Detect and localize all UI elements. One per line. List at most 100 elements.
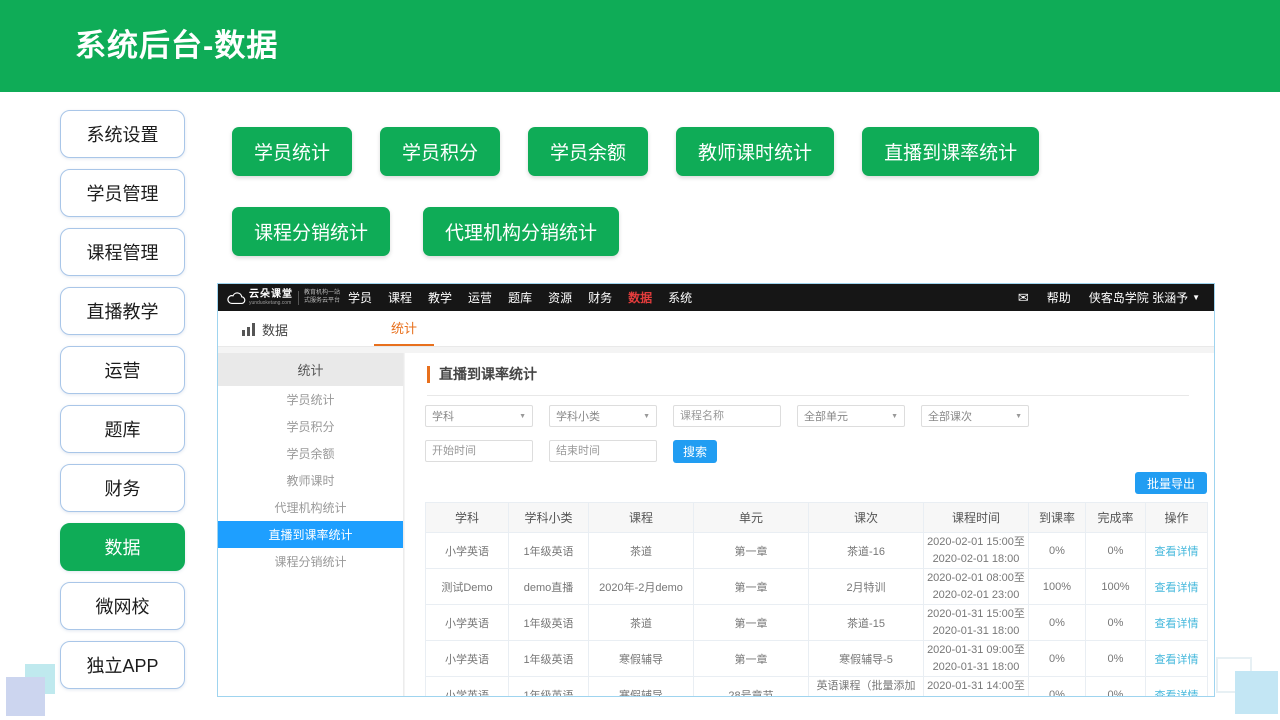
- sidebar-item-micro-school[interactable]: 微网校: [60, 582, 185, 630]
- quick-button-live-attendance-stats[interactable]: 直播到课率统计: [862, 127, 1039, 176]
- chevron-down-icon: ▼: [1192, 293, 1200, 302]
- sidenav-item-teacher-hours[interactable]: 教师课时: [218, 467, 403, 494]
- quick-button-teacher-hours-stats[interactable]: 教师课时统计: [676, 127, 834, 176]
- course-name-input[interactable]: [673, 405, 781, 427]
- cell-lesson: 英语课程（批量添加课次）-3: [809, 677, 924, 698]
- cell-attendance-rate: 0%: [1029, 677, 1086, 698]
- cell-course: 2020年-2月demo: [589, 569, 694, 605]
- topbar-right: ✉ 帮助 侠客岛学院 张涵予 ▼: [1018, 289, 1214, 306]
- cell-course: 寒假辅导: [589, 677, 694, 698]
- cell-subject: 小学英语: [426, 641, 509, 677]
- cell-course: 茶道: [589, 533, 694, 569]
- quick-button-student-points[interactable]: 学员积分: [380, 127, 500, 176]
- cell-subject: 小学英语: [426, 677, 509, 698]
- top-nav-system[interactable]: 系统: [660, 289, 700, 306]
- sidebar-item-student-management[interactable]: 学员管理: [60, 169, 185, 217]
- cell-completion-rate: 0%: [1086, 605, 1146, 641]
- cell-completion-rate: 0%: [1086, 533, 1146, 569]
- subject-select[interactable]: 学科 ▼: [425, 405, 533, 427]
- decor-square-blue: [1235, 671, 1278, 714]
- cell-course: 寒假辅导: [589, 641, 694, 677]
- top-nav-question-bank[interactable]: 题库: [500, 289, 540, 306]
- admin-main-content: 直播到课率统计 学科 ▼ 学科小类 ▼ 全部单元 ▼ 全部课次 ▼ 搜索 批量导…: [405, 353, 1214, 696]
- chevron-down-icon: ▼: [891, 413, 898, 420]
- admin-panel-screenshot: 云朵课堂 yunduoketang.com 教育机构一站 式服务云平台 学员 课…: [217, 283, 1215, 697]
- sidenav-item-agency-stats[interactable]: 代理机构统计: [218, 494, 403, 521]
- top-nav-students[interactable]: 学员: [340, 289, 380, 306]
- cell-completion-rate: 0%: [1086, 677, 1146, 698]
- subject-sub-select-value: 学科小类: [556, 408, 600, 424]
- cell-subject-sub: 1年级英语: [509, 677, 589, 698]
- search-button[interactable]: 搜索: [673, 440, 717, 463]
- tagline-line-1: 教育机构一站: [304, 290, 340, 297]
- cell-course-time: 2020-01-31 09:00至2020-01-31 18:00: [924, 641, 1029, 677]
- page-banner: 系统后台-数据: [0, 0, 1280, 92]
- cell-lesson: 茶道-15: [809, 605, 924, 641]
- col-course: 课程: [589, 503, 694, 533]
- subject-sub-select[interactable]: 学科小类 ▼: [549, 405, 657, 427]
- logo-name: 云朵课堂: [249, 290, 293, 300]
- sidenav-item-course-distribution-stats[interactable]: 课程分销统计: [218, 548, 403, 575]
- logo-texts: 云朵课堂 yunduoketang.com: [249, 290, 293, 306]
- top-nav-teaching[interactable]: 教学: [420, 289, 460, 306]
- sidenav-item-student-balance[interactable]: 学员余额: [218, 440, 403, 467]
- quick-button-agency-distribution-stats[interactable]: 代理机构分销统计: [423, 207, 619, 256]
- admin-topbar: 云朵课堂 yunduoketang.com 教育机构一站 式服务云平台 学员 课…: [218, 284, 1214, 311]
- col-unit: 单元: [694, 503, 809, 533]
- cell-subject: 小学英语: [426, 605, 509, 641]
- mail-icon[interactable]: ✉: [1018, 291, 1029, 304]
- sidenav-item-student-stats[interactable]: 学员统计: [218, 386, 403, 413]
- cell-attendance-rate: 0%: [1029, 605, 1086, 641]
- sidebar-item-question-bank[interactable]: 题库: [60, 405, 185, 453]
- sidebar-item-data[interactable]: 数据: [60, 523, 185, 571]
- bar-chart-icon: [242, 323, 256, 336]
- sidenav-header: 统计: [218, 353, 403, 386]
- quick-buttons-row-1: 学员统计 学员积分 学员余额 教师课时统计 直播到课率统计: [232, 127, 1039, 176]
- top-nav-courses[interactable]: 课程: [380, 289, 420, 306]
- top-nav-operations[interactable]: 运营: [460, 289, 500, 306]
- view-details-link[interactable]: 查看详情: [1155, 582, 1199, 594]
- chevron-down-icon: ▼: [643, 413, 650, 420]
- top-nav-finance[interactable]: 财务: [580, 289, 620, 306]
- logo: 云朵课堂 yunduoketang.com 教育机构一站 式服务云平台: [218, 290, 340, 306]
- top-nav-resources[interactable]: 资源: [540, 289, 580, 306]
- logo-divider: [298, 291, 299, 305]
- cell-unit: 第一章: [694, 605, 809, 641]
- table-row: 小学英语 1年级英语 茶道 第一章 茶道-16 2020-02-01 15:00…: [426, 533, 1208, 569]
- sidebar-item-live-teaching[interactable]: 直播教学: [60, 287, 185, 335]
- sidenav-item-live-attendance-stats[interactable]: 直播到课率统计: [218, 521, 403, 548]
- top-nav-data[interactable]: 数据: [620, 289, 660, 306]
- section-name: 数据: [262, 320, 288, 339]
- unit-select[interactable]: 全部单元 ▼: [797, 405, 905, 427]
- logo-domain: yunduoketang.com: [249, 301, 293, 306]
- view-details-link[interactable]: 查看详情: [1155, 690, 1199, 698]
- lesson-select[interactable]: 全部课次 ▼: [921, 405, 1029, 427]
- account-menu[interactable]: 侠客岛学院 张涵予 ▼: [1089, 289, 1200, 306]
- sidenav-item-student-points[interactable]: 学员积分: [218, 413, 403, 440]
- cell-subject-sub: 1年级英语: [509, 605, 589, 641]
- sidebar-item-standalone-app[interactable]: 独立APP: [60, 641, 185, 689]
- help-link[interactable]: 帮助: [1047, 289, 1071, 306]
- cell-unit: 第一章: [694, 569, 809, 605]
- col-subject: 学科: [426, 503, 509, 533]
- batch-export-button[interactable]: 批量导出: [1135, 472, 1207, 494]
- start-time-input[interactable]: [425, 440, 533, 462]
- quick-button-student-stats[interactable]: 学员统计: [232, 127, 352, 176]
- col-actions: 操作: [1146, 503, 1208, 533]
- sidebar-item-finance[interactable]: 财务: [60, 464, 185, 512]
- view-details-link[interactable]: 查看详情: [1155, 546, 1199, 558]
- admin-sidenav: 统计 学员统计 学员积分 学员余额 教师课时 代理机构统计 直播到课率统计 课程…: [218, 353, 404, 696]
- decor-square-lavender: [6, 677, 45, 716]
- view-details-link[interactable]: 查看详情: [1155, 654, 1199, 666]
- cell-subject: 小学英语: [426, 533, 509, 569]
- end-time-input[interactable]: [549, 440, 657, 462]
- sidebar-item-course-management[interactable]: 课程管理: [60, 228, 185, 276]
- attendance-table: 学科 学科小类 课程 单元 课次 课程时间 到课率 完成率 操作 小学英语 1年…: [425, 502, 1208, 697]
- sidebar-item-operations[interactable]: 运营: [60, 346, 185, 394]
- view-details-link[interactable]: 查看详情: [1155, 618, 1199, 630]
- sidebar-item-system-settings[interactable]: 系统设置: [60, 110, 185, 158]
- tab-statistics[interactable]: 统计: [374, 311, 434, 346]
- cell-completion-rate: 100%: [1086, 569, 1146, 605]
- quick-button-student-balance[interactable]: 学员余额: [528, 127, 648, 176]
- quick-button-course-distribution-stats[interactable]: 课程分销统计: [232, 207, 390, 256]
